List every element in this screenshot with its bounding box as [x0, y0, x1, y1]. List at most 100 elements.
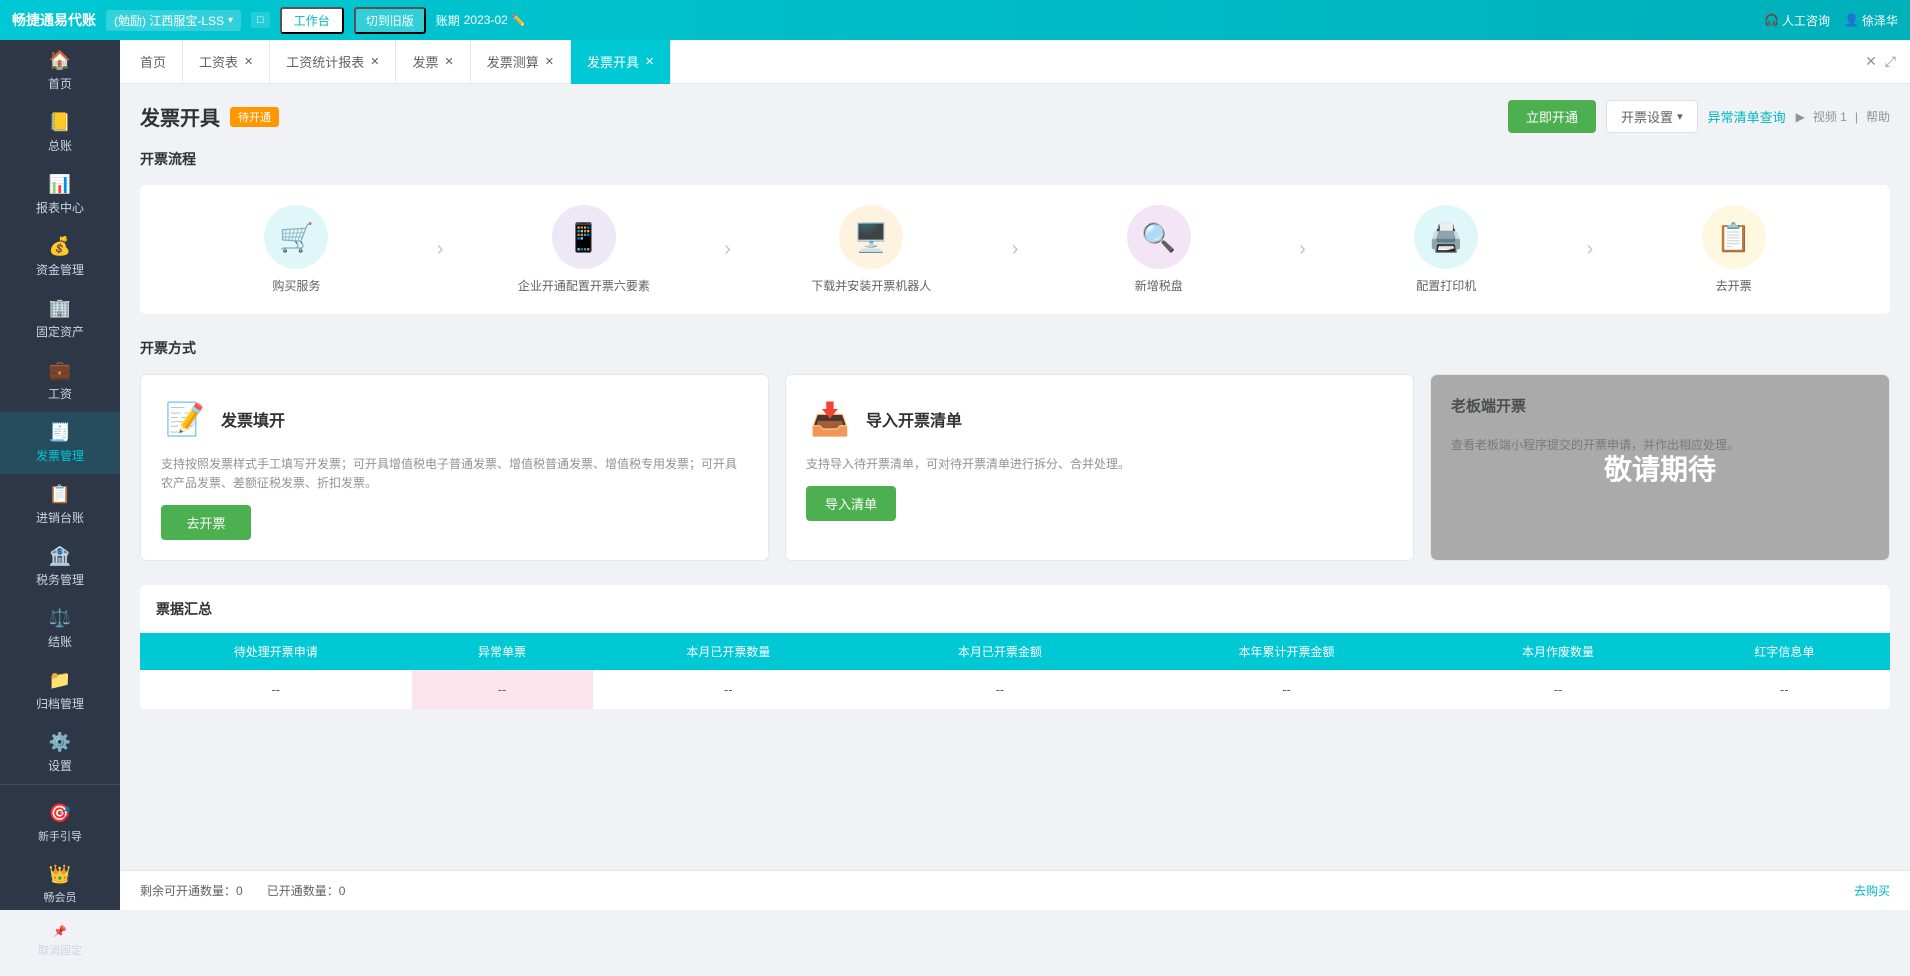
user-menu[interactable]: 👤 徐泽华: [1844, 12, 1898, 29]
config-label: 企业开通配置开票六要素: [518, 277, 650, 294]
tab-home[interactable]: 首页: [124, 40, 183, 84]
sidebar-item-label-purchase: 进销台账: [36, 509, 84, 526]
tab-invoice[interactable]: 发票 ✕: [396, 40, 470, 84]
sidebar-item-purchase[interactable]: 📋 进销台账: [0, 474, 120, 536]
tab-salary-close-icon[interactable]: ✕: [244, 55, 253, 68]
issue-icon-wrap: 📋: [1702, 205, 1766, 269]
sidebar-item-guide[interactable]: 🎯 新手引导: [0, 793, 120, 854]
cell-abnormal: --: [412, 670, 593, 710]
summary-table-header-row: 待处理开票申请 异常单票 本月已开票数量 本月已开票金额 本年累计开票金额 本月…: [140, 633, 1890, 670]
tab-invoice-close-icon[interactable]: ✕: [445, 55, 454, 68]
sidebar-item-label-settlement: 结账: [48, 633, 72, 650]
overlay-text: 敬请期待: [1604, 448, 1716, 488]
guide-icon: 🎯: [49, 803, 71, 824]
support-button[interactable]: 🎧 人工咨询: [1764, 12, 1830, 29]
open-now-button[interactable]: 立即开通: [1508, 100, 1596, 133]
settings-button[interactable]: 开票设置 ▾: [1606, 100, 1698, 133]
status-badge: 待开通: [230, 107, 279, 127]
sidebar-bottom: 🎯 新手引导 👑 畅会员 📌 取消固定: [0, 784, 120, 976]
methods-section-title: 开票方式: [140, 338, 1890, 358]
taxdisk-icon: 🔍: [1141, 221, 1176, 254]
header-actions: 立即开通 开票设置 ▾ 异常清单查询 ▶ 视频 1 | 帮助: [1508, 100, 1890, 133]
settings-button-label: 开票设置: [1621, 107, 1673, 126]
tab-salary-report-label: 工资统计报表: [286, 52, 364, 71]
app-logo: 畅捷通易代账: [12, 10, 96, 30]
company-selector[interactable]: (勉励) 江西服宝-LSS ▾: [106, 10, 241, 31]
tab-salary[interactable]: 工资表 ✕: [183, 40, 270, 84]
process-step-issue: 📋 去开票: [1597, 205, 1870, 294]
restore-icon[interactable]: ⤢: [1885, 53, 1896, 70]
fill-card-icon: 📝: [161, 395, 209, 443]
tab-invoice-issue[interactable]: 发票开具 ✕: [571, 40, 671, 84]
tab-invoice-issue-label: 发票开具: [587, 52, 639, 71]
sidebar-item-invoice[interactable]: 🧾 发票管理: [0, 412, 120, 474]
tab-salary-report[interactable]: 工资统计报表 ✕: [270, 40, 396, 84]
separator: |: [1855, 110, 1858, 124]
sidebar-item-label-home: 首页: [48, 75, 72, 92]
issue-icon: 📋: [1716, 221, 1751, 254]
sidebar-item-assets[interactable]: 🏢 固定资产: [0, 288, 120, 350]
copy-button[interactable]: □: [251, 12, 270, 28]
tab-bar: 首页 工资表 ✕ 工资统计报表 ✕ 发票 ✕ 发票测算 ✕ 发票开具 ✕: [120, 40, 1910, 84]
go-buy-link[interactable]: 去购买: [1854, 882, 1890, 899]
sidebar-item-tax[interactable]: 🏦 税务管理: [0, 536, 120, 598]
invoice-methods: 📝 发票填开 支持按照发票样式手工填写开发票；可开具增值税电子普通发票、增值税普…: [140, 374, 1890, 561]
sidebar-item-settings[interactable]: ⚙️ 设置: [0, 722, 120, 784]
sidebar-item-reports[interactable]: 📊 报表中心: [0, 164, 120, 226]
sidebar-item-settlement[interactable]: ⚖️ 结账: [0, 598, 120, 660]
col-abnormal: 异常单票: [412, 633, 593, 670]
bottom-bar: 剩余可开通数量：0 已开通数量：0 去购买: [120, 870, 1910, 910]
sidebar-item-archive[interactable]: 📁 归档管理: [0, 660, 120, 722]
help-link[interactable]: 帮助: [1866, 108, 1890, 125]
col-amount-year: 本年累计开票金额: [1136, 633, 1438, 670]
fill-card-title: 发票填开: [221, 407, 285, 431]
remain-label: 剩余可开通数量：0: [140, 882, 243, 899]
close-all-icon[interactable]: ✕: [1865, 53, 1877, 70]
download-icon-wrap: 🖥️: [839, 205, 903, 269]
sidebar-item-label-funds: 资金管理: [36, 261, 84, 278]
buy-service-icon-wrap: 🛒: [264, 205, 328, 269]
process-steps: 🛒 购买服务 › 📱 企业开通配置开票六要素 › 🖥️ 下载并安装开票机: [140, 185, 1890, 314]
process-step-taxdisk: 🔍 新增税盘: [1022, 205, 1295, 294]
import-invoice-button[interactable]: 导入清单: [806, 486, 896, 521]
printer-label: 配置打印机: [1416, 277, 1476, 294]
sidebar-item-label-ledger: 总账: [48, 137, 72, 154]
sidebar-unpin-button[interactable]: 📌 取消固定: [0, 915, 120, 968]
sidebar-item-ledger[interactable]: 📒 总账: [0, 102, 120, 164]
coming-soon-overlay: 敬请期待: [1431, 375, 1889, 560]
printer-icon-wrap: 🖨️: [1414, 205, 1478, 269]
sidebar-item-label-settings: 设置: [48, 757, 72, 774]
tab-invoice-calc-label: 发票测算: [487, 52, 539, 71]
tab-invoice-calc-close-icon[interactable]: ✕: [545, 55, 554, 68]
summary-table-row: -- -- -- -- -- -- --: [140, 670, 1890, 710]
cell-pending: --: [140, 670, 412, 710]
query-button[interactable]: 异常清单查询: [1708, 107, 1786, 126]
cell-red-info: --: [1679, 670, 1890, 710]
taxdisk-icon-wrap: 🔍: [1127, 205, 1191, 269]
sidebar-item-salary[interactable]: 💼 工资: [0, 350, 120, 412]
process-step-config: 📱 企业开通配置开票六要素: [447, 205, 720, 294]
sidebar-item-funds[interactable]: 💰 资金管理: [0, 226, 120, 288]
cell-count-month: --: [593, 670, 865, 710]
workspace-button[interactable]: 工作台: [280, 7, 344, 34]
method-card-import: 📥 导入开票清单 支持导入待开票清单，可对待开票清单进行拆分、合并处理。 导入清…: [785, 374, 1414, 561]
taxdisk-label: 新增税盘: [1135, 277, 1183, 294]
process-step-download: 🖥️ 下载并安装开票机器人: [735, 205, 1008, 294]
printer-icon: 🖨️: [1429, 221, 1464, 254]
sidebar-item-vip[interactable]: 👑 畅会员: [0, 854, 120, 915]
step-arrow-4: ›: [1295, 238, 1310, 261]
fill-invoice-button[interactable]: 去开票: [161, 505, 251, 540]
download-label: 下载并安装开票机器人: [811, 277, 931, 294]
tab-invoice-calc[interactable]: 发票测算 ✕: [471, 40, 571, 84]
page-title: 发票开具: [140, 102, 220, 131]
tab-invoice-issue-close-icon[interactable]: ✕: [645, 55, 654, 68]
settings-arrow-icon: ▾: [1677, 110, 1683, 123]
sidebar-item-label-tax: 税务管理: [36, 571, 84, 588]
tab-salary-report-close-icon[interactable]: ✕: [370, 55, 379, 68]
method-card-old: 老板端开票 查看老板端小程序提交的开票申请，并作出相应处理。 敬请期待: [1430, 374, 1890, 561]
switch-version-button[interactable]: 切到旧版: [354, 7, 426, 34]
import-card-icon: 📥: [806, 395, 854, 443]
period-edit-icon[interactable]: ✏️: [512, 14, 526, 27]
sidebar-item-home[interactable]: 🏠 首页: [0, 40, 120, 102]
step-arrow-3: ›: [1008, 238, 1023, 261]
